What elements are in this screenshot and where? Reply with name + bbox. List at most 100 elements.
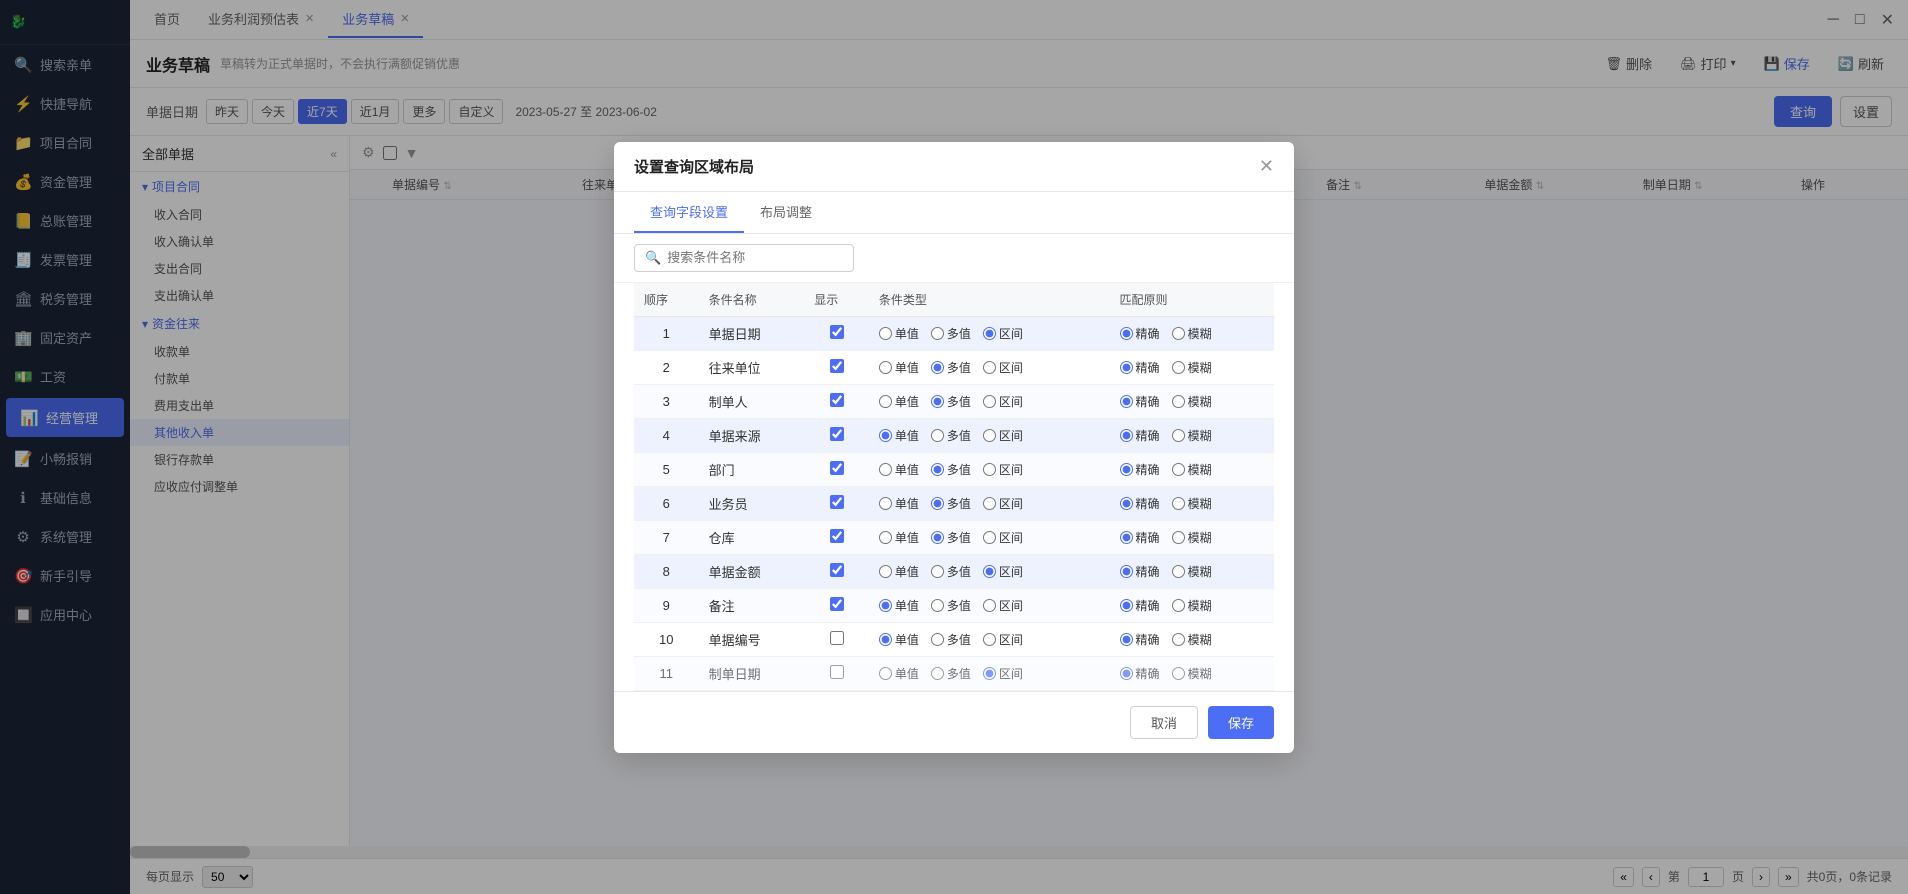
show-checkbox-7[interactable] [830, 563, 844, 577]
radio-accurate-3[interactable]: 精确 [1120, 427, 1160, 444]
show-checkbox-0[interactable] [830, 325, 844, 339]
radio-fuzzy-3[interactable]: 模糊 [1172, 427, 1212, 444]
cell-order-1: 2 [634, 350, 699, 384]
radio-single-0[interactable]: 单值 [879, 325, 919, 342]
cell-name-1: 往来单位 [699, 350, 805, 384]
radio-single-4[interactable]: 单值 [879, 461, 919, 478]
show-checkbox-2[interactable] [830, 393, 844, 407]
cell-name-6: 仓库 [699, 520, 805, 554]
dialog-tab-layout[interactable]: 布局调整 [744, 192, 828, 233]
cell-match-0: 精确 模糊 [1110, 316, 1274, 350]
cell-type-6: 单值 多值 区间 [869, 520, 1110, 554]
radio-accurate-8[interactable]: 精确 [1120, 597, 1160, 614]
cell-show-0[interactable] [804, 316, 869, 350]
radio-accurate-1[interactable]: 精确 [1120, 359, 1160, 376]
dialog-close-button[interactable]: ✕ [1259, 157, 1274, 175]
radio-fuzzy-5[interactable]: 模糊 [1172, 495, 1212, 512]
radio-fuzzy-8[interactable]: 模糊 [1172, 597, 1212, 614]
radio-range-6[interactable]: 区间 [983, 529, 1023, 546]
cell-show-6[interactable] [804, 520, 869, 554]
show-checkbox-3[interactable] [830, 427, 844, 441]
cell-show-5[interactable] [804, 486, 869, 520]
radio-range-1[interactable]: 区间 [983, 359, 1023, 376]
radio-fuzzy-7[interactable]: 模糊 [1172, 563, 1212, 580]
cancel-button[interactable]: 取消 [1130, 706, 1198, 739]
radio-multi-2[interactable]: 多值 [931, 393, 971, 410]
cell-show-8[interactable] [804, 588, 869, 622]
modal-overlay: 设置查询区域布局 ✕ 查询字段设置 布局调整 🔍 顺序 条件名称 显示 [0, 0, 1908, 894]
radio-single-8[interactable]: 单值 [879, 597, 919, 614]
cell-match-3: 精确 模糊 [1110, 418, 1274, 452]
show-checkbox-1[interactable] [830, 359, 844, 373]
save-button[interactable]: 保存 [1208, 706, 1274, 739]
radio-range-9[interactable]: 区间 [983, 631, 1023, 648]
cell-type-0: 单值 多值 区间 [869, 316, 1110, 350]
radio-single-10[interactable]: 单值 [879, 665, 919, 682]
radio-multi-0[interactable]: 多值 [931, 325, 971, 342]
radio-single-5[interactable]: 单值 [879, 495, 919, 512]
radio-fuzzy-1[interactable]: 模糊 [1172, 359, 1212, 376]
cell-match-2: 精确 模糊 [1110, 384, 1274, 418]
cell-name-0: 单据日期 [699, 316, 805, 350]
search-input[interactable] [667, 250, 843, 265]
radio-fuzzy-0[interactable]: 模糊 [1172, 325, 1212, 342]
radio-single-2[interactable]: 单值 [879, 393, 919, 410]
radio-multi-1[interactable]: 多值 [931, 359, 971, 376]
show-checkbox-6[interactable] [830, 529, 844, 543]
radio-range-7[interactable]: 区间 [983, 563, 1023, 580]
radio-multi-4[interactable]: 多值 [931, 461, 971, 478]
radio-range-2[interactable]: 区间 [983, 393, 1023, 410]
cell-show-3[interactable] [804, 418, 869, 452]
table-row: 1 单据日期 单值 多值 区间 [634, 316, 1274, 350]
radio-range-3[interactable]: 区间 [983, 427, 1023, 444]
show-checkbox-8[interactable] [830, 597, 844, 611]
radio-accurate-9[interactable]: 精确 [1120, 631, 1160, 648]
radio-accurate-7[interactable]: 精确 [1120, 563, 1160, 580]
cell-show-9[interactable] [804, 622, 869, 656]
cell-name-9: 单据编号 [699, 622, 805, 656]
cell-show-10[interactable] [804, 656, 869, 690]
radio-multi-7[interactable]: 多值 [931, 563, 971, 580]
cell-show-2[interactable] [804, 384, 869, 418]
radio-multi-8[interactable]: 多值 [931, 597, 971, 614]
radio-accurate-6[interactable]: 精确 [1120, 529, 1160, 546]
radio-range-4[interactable]: 区间 [983, 461, 1023, 478]
radio-fuzzy-10[interactable]: 模糊 [1172, 665, 1212, 682]
show-checkbox-10[interactable] [830, 665, 844, 679]
radio-fuzzy-6[interactable]: 模糊 [1172, 529, 1212, 546]
radio-single-7[interactable]: 单值 [879, 563, 919, 580]
radio-range-8[interactable]: 区间 [983, 597, 1023, 614]
cell-show-7[interactable] [804, 554, 869, 588]
radio-accurate-10[interactable]: 精确 [1120, 665, 1160, 682]
radio-accurate-4[interactable]: 精确 [1120, 461, 1160, 478]
radio-multi-9[interactable]: 多值 [931, 631, 971, 648]
radio-accurate-5[interactable]: 精确 [1120, 495, 1160, 512]
radio-range-0[interactable]: 区间 [983, 325, 1023, 342]
radio-accurate-2[interactable]: 精确 [1120, 393, 1160, 410]
radio-range-10[interactable]: 区间 [983, 665, 1023, 682]
radio-fuzzy-2[interactable]: 模糊 [1172, 393, 1212, 410]
radio-fuzzy-4[interactable]: 模糊 [1172, 461, 1212, 478]
radio-single-1[interactable]: 单值 [879, 359, 919, 376]
dialog-tab-query-fields[interactable]: 查询字段设置 [634, 192, 744, 233]
radio-range-5[interactable]: 区间 [983, 495, 1023, 512]
show-checkbox-9[interactable] [830, 631, 844, 645]
cell-show-4[interactable] [804, 452, 869, 486]
radio-multi-10[interactable]: 多值 [931, 665, 971, 682]
cell-order-8: 9 [634, 588, 699, 622]
show-checkbox-4[interactable] [830, 461, 844, 475]
radio-multi-3[interactable]: 多值 [931, 427, 971, 444]
table-row: 11 制单日期 单值 多值 区间 [634, 656, 1274, 690]
radio-single-6[interactable]: 单值 [879, 529, 919, 546]
radio-single-9[interactable]: 单值 [879, 631, 919, 648]
show-checkbox-5[interactable] [830, 495, 844, 509]
radio-single-3[interactable]: 单值 [879, 427, 919, 444]
th-order: 顺序 [634, 283, 699, 317]
radio-multi-5[interactable]: 多值 [931, 495, 971, 512]
radio-fuzzy-9[interactable]: 模糊 [1172, 631, 1212, 648]
cell-order-10: 11 [634, 656, 699, 690]
cell-show-1[interactable] [804, 350, 869, 384]
radio-multi-6[interactable]: 多值 [931, 529, 971, 546]
radio-accurate-0[interactable]: 精确 [1120, 325, 1160, 342]
cell-order-0: 1 [634, 316, 699, 350]
